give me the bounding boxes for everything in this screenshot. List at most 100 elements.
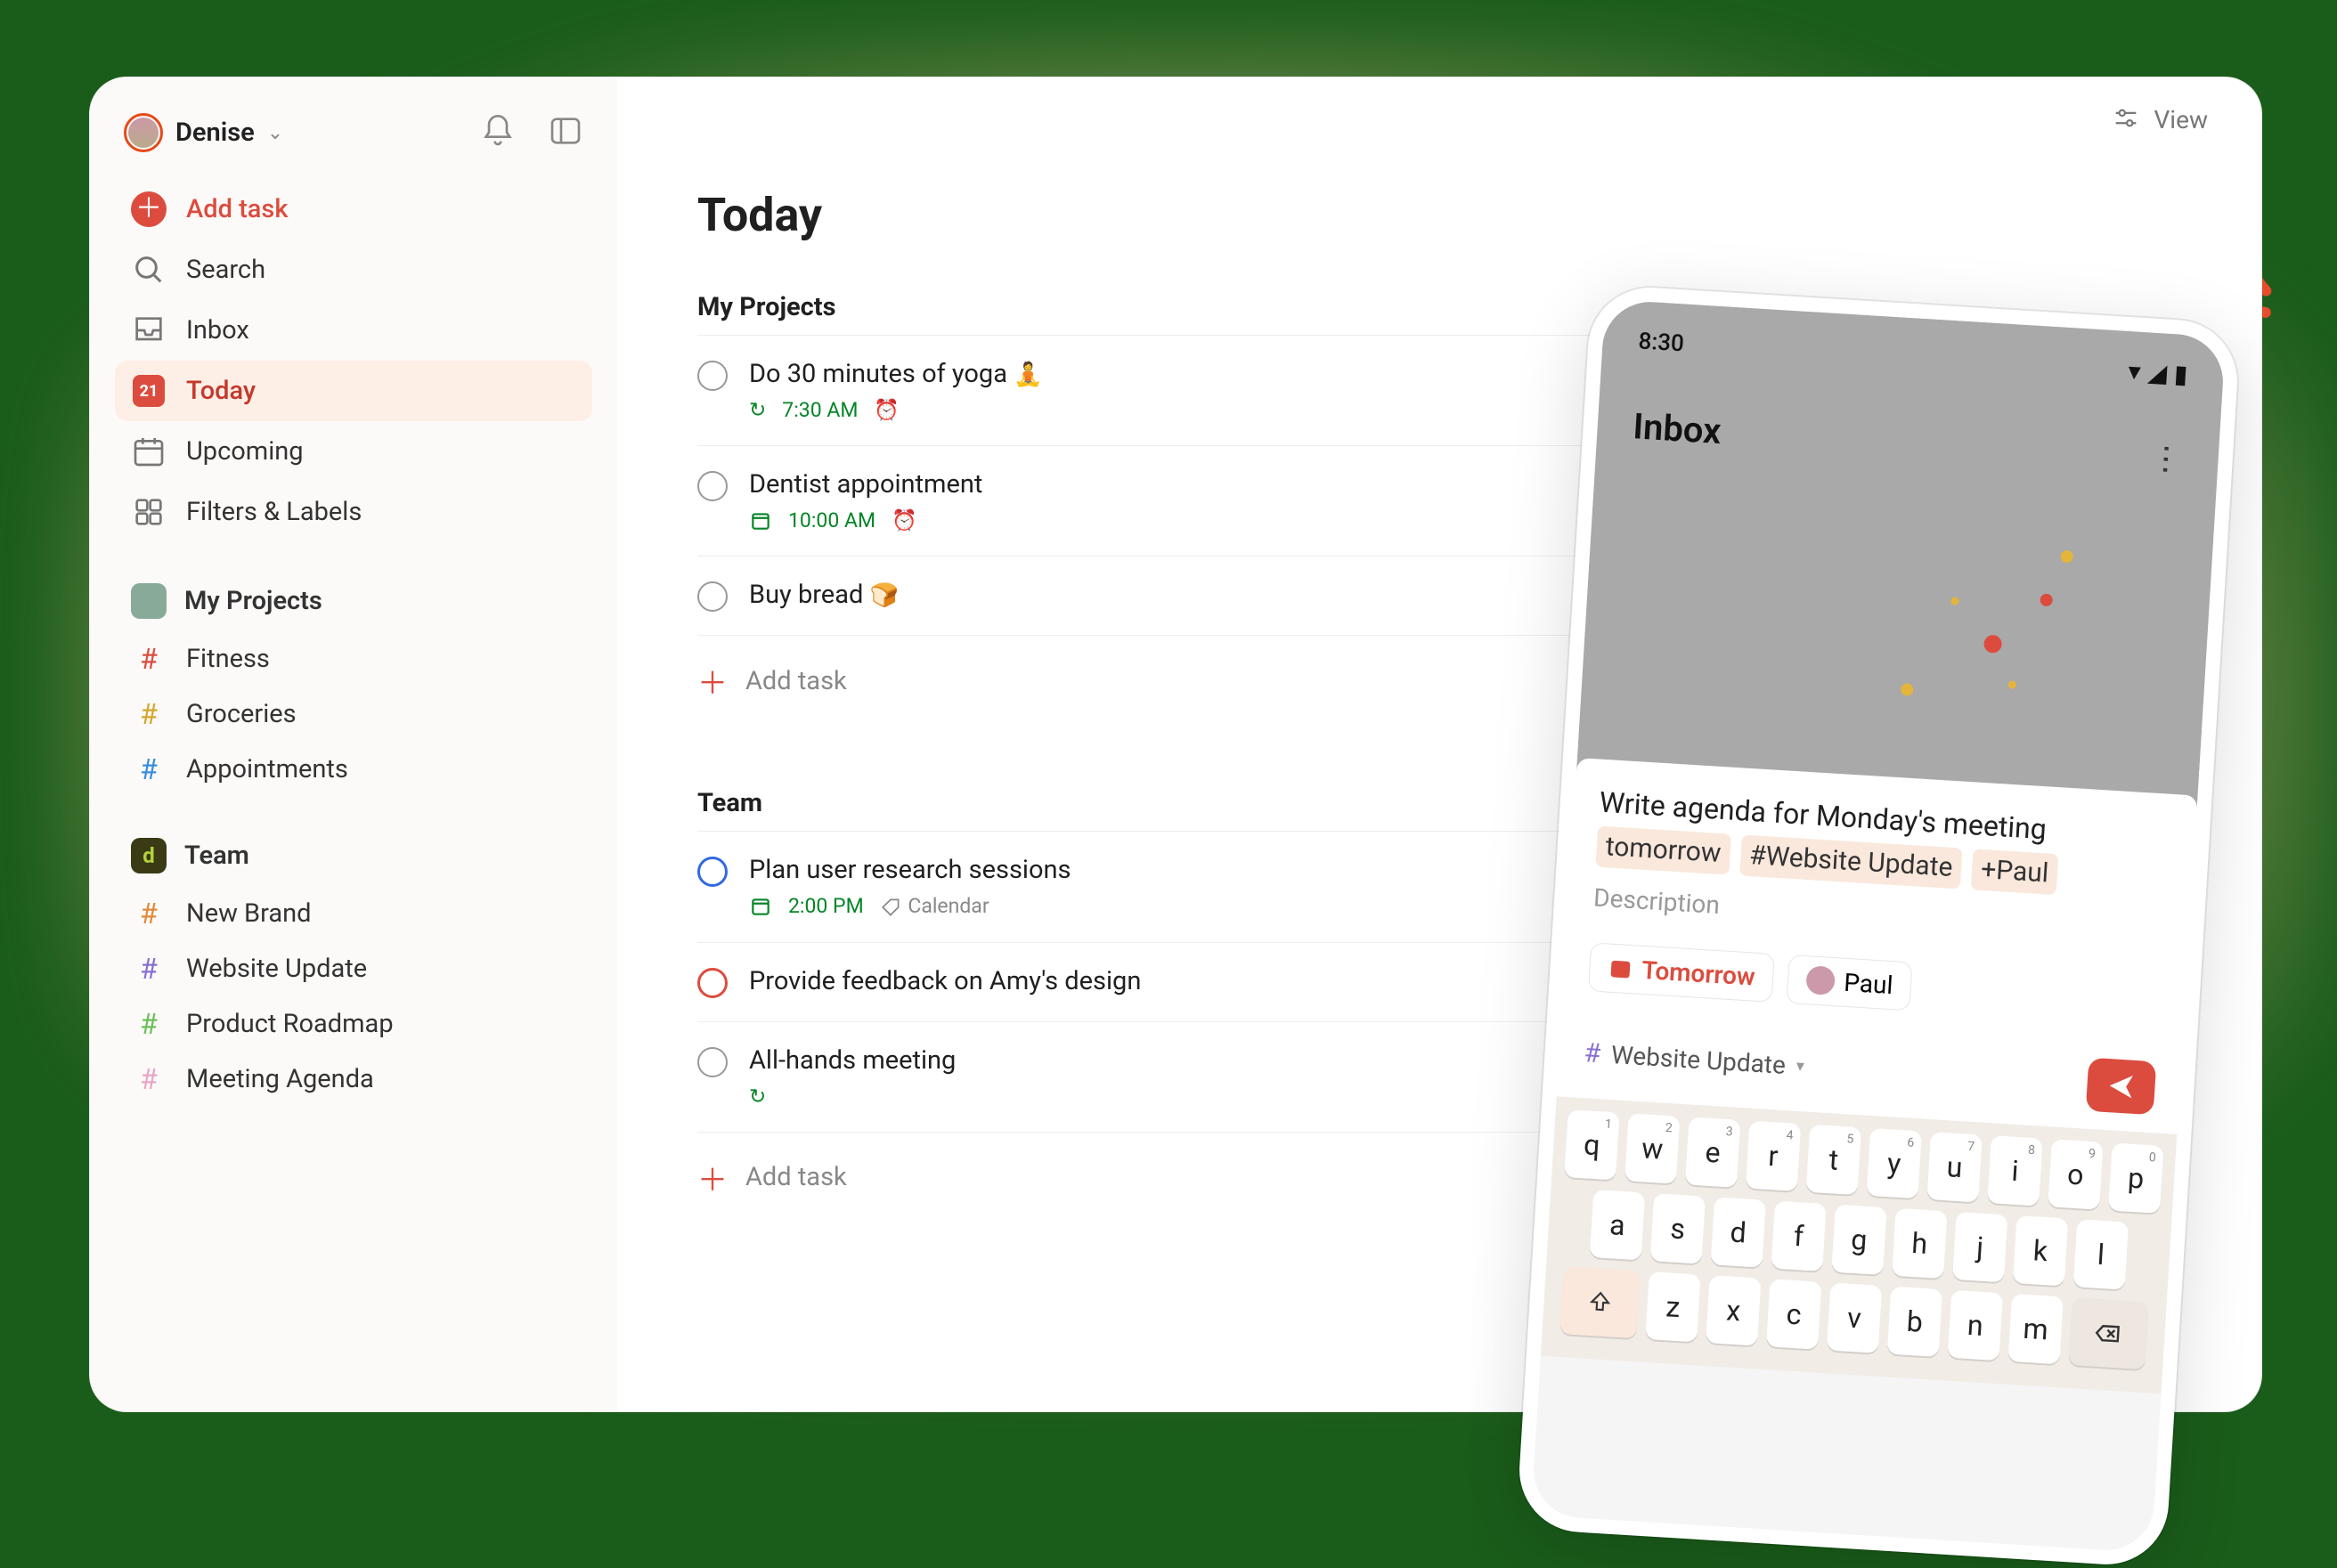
task-checkbox[interactable] bbox=[697, 857, 728, 887]
calendar-icon bbox=[131, 434, 167, 469]
wifi-icon: ▾ bbox=[2128, 356, 2142, 386]
key-b[interactable]: b bbox=[1887, 1286, 1943, 1356]
sidebar-project-fitness[interactable]: #Fitness bbox=[115, 631, 592, 687]
sidebar-project-new-brand[interactable]: #New Brand bbox=[115, 886, 592, 941]
key-w[interactable]: w2 bbox=[1624, 1113, 1681, 1183]
grid-icon bbox=[131, 494, 167, 530]
hash-icon: # bbox=[131, 697, 167, 731]
nav-today[interactable]: 21 Today bbox=[115, 361, 592, 421]
date-chip[interactable]: Tomorrow bbox=[1588, 942, 1775, 1003]
hash-icon: # bbox=[131, 642, 167, 676]
key-n[interactable]: n bbox=[1948, 1290, 2004, 1361]
profile-menu[interactable]: Denise ⌄ bbox=[124, 113, 283, 152]
key-p[interactable]: p0 bbox=[2108, 1142, 2164, 1213]
add-task-button[interactable]: ＋ Add task bbox=[115, 179, 592, 240]
chevron-down-icon: ▾ bbox=[1796, 1057, 1804, 1076]
assignee-chip[interactable]: Paul bbox=[1787, 955, 1913, 1011]
key-t[interactable]: t5 bbox=[1806, 1125, 1862, 1195]
token-assignee[interactable]: +Paul bbox=[1971, 849, 2059, 895]
task-checkbox[interactable] bbox=[697, 361, 728, 391]
keyboard: q1w2e3r4t5y6u7i8o9p0 asdfghjkl zxcvbnm bbox=[1541, 1096, 2178, 1393]
plus-icon: ＋ bbox=[697, 659, 728, 703]
alarm-icon: ⏰ bbox=[892, 508, 917, 532]
project-selector[interactable]: # Website Update ▾ bbox=[1584, 1037, 1805, 1082]
sidebar-project-appointments[interactable]: #Appointments bbox=[115, 742, 592, 797]
calendar-icon bbox=[1608, 955, 1634, 982]
sidebar-project-groceries[interactable]: #Groceries bbox=[115, 687, 592, 742]
key-v[interactable]: v bbox=[1827, 1282, 1883, 1353]
compose-input[interactable]: Write agenda for Monday's meeting tomorr… bbox=[1595, 783, 2171, 902]
key-z[interactable]: z bbox=[1645, 1271, 1701, 1342]
send-icon bbox=[2105, 1070, 2138, 1102]
signal-icon: ◢ bbox=[2147, 357, 2169, 387]
nav-search[interactable]: Search bbox=[115, 240, 592, 300]
sidebar-project-website-update[interactable]: #Website Update bbox=[115, 941, 592, 996]
status-icons: ▾ ◢ ▮ bbox=[2128, 356, 2189, 389]
key-u[interactable]: u7 bbox=[1926, 1132, 1983, 1202]
token-project[interactable]: #Website Update bbox=[1739, 834, 1963, 889]
profile-name: Denise bbox=[175, 118, 255, 148]
key-q[interactable]: q1 bbox=[1564, 1109, 1620, 1180]
avatar bbox=[124, 113, 163, 152]
hash-icon: # bbox=[131, 1062, 167, 1096]
task-checkbox[interactable] bbox=[697, 581, 728, 612]
phone-time: 8:30 bbox=[1638, 328, 1685, 357]
more-icon[interactable]: ⋯ bbox=[2147, 442, 2186, 475]
key-r[interactable]: r4 bbox=[1746, 1120, 1802, 1190]
sidebar-project-meeting-agenda[interactable]: #Meeting Agenda bbox=[115, 1052, 592, 1107]
key-g[interactable]: g bbox=[1831, 1204, 1887, 1274]
key-y[interactable]: y6 bbox=[1867, 1128, 1923, 1198]
task-checkbox[interactable] bbox=[697, 471, 728, 501]
task-time: 2:00 PM bbox=[788, 894, 864, 918]
task-checkbox[interactable] bbox=[697, 968, 728, 998]
hash-icon: # bbox=[131, 897, 167, 930]
key-j[interactable]: j bbox=[1952, 1212, 2008, 1282]
nav-inbox[interactable]: Inbox bbox=[115, 300, 592, 361]
task-tag: Calendar bbox=[880, 894, 989, 919]
key-shift[interactable] bbox=[1559, 1266, 1640, 1338]
confetti-illustration bbox=[1844, 502, 2125, 750]
team-header[interactable]: d Team bbox=[115, 825, 592, 886]
chevron-down-icon: ⌄ bbox=[267, 122, 283, 144]
key-o[interactable]: o9 bbox=[2048, 1139, 2104, 1209]
key-a[interactable]: a bbox=[1590, 1190, 1646, 1260]
task-checkbox[interactable] bbox=[697, 1047, 728, 1077]
phone-mockup: 8:30 ▾ ◢ ▮ Inbox ⋯ Write agenda for Mond… bbox=[1516, 284, 2241, 1568]
key-i[interactable]: i8 bbox=[1987, 1135, 2043, 1206]
nav-upcoming[interactable]: Upcoming bbox=[115, 421, 592, 482]
sidebar-toggle-icon[interactable] bbox=[548, 113, 583, 152]
my-projects-header[interactable]: My Projects bbox=[115, 571, 592, 631]
add-task-label: Add task bbox=[186, 194, 288, 224]
hash-icon: # bbox=[131, 952, 167, 986]
sidebar-project-product-roadmap[interactable]: #Product Roadmap bbox=[115, 996, 592, 1052]
view-button[interactable]: View bbox=[2111, 104, 2208, 134]
token-date[interactable]: tomorrow bbox=[1595, 825, 1730, 874]
recurring-icon: ↻ bbox=[749, 398, 766, 422]
key-h[interactable]: h bbox=[1892, 1208, 1948, 1279]
key-backspace[interactable] bbox=[2068, 1297, 2148, 1369]
project-avatar bbox=[131, 583, 167, 619]
bell-icon[interactable] bbox=[480, 113, 516, 152]
key-m[interactable]: m bbox=[2007, 1294, 2064, 1364]
nav-filters[interactable]: Filters & Labels bbox=[115, 482, 592, 542]
key-e[interactable]: e3 bbox=[1685, 1117, 1741, 1187]
send-button[interactable] bbox=[2086, 1058, 2157, 1116]
today-date-badge: 21 bbox=[133, 375, 165, 407]
key-x[interactable]: x bbox=[1706, 1275, 1762, 1345]
key-k[interactable]: k bbox=[2013, 1215, 2069, 1286]
avatar bbox=[1806, 966, 1836, 996]
battery-icon: ▮ bbox=[2173, 359, 2188, 389]
inbox-icon bbox=[131, 313, 167, 348]
calendar-icon bbox=[749, 895, 772, 918]
key-s[interactable]: s bbox=[1650, 1193, 1706, 1263]
hash-icon: # bbox=[131, 1007, 167, 1041]
page-title: Today bbox=[697, 188, 2181, 242]
key-d[interactable]: d bbox=[1710, 1197, 1766, 1267]
phone-inbox-title: Inbox bbox=[1632, 405, 1722, 452]
calendar-icon bbox=[749, 509, 772, 532]
key-f[interactable]: f bbox=[1771, 1200, 1827, 1271]
key-l[interactable]: l bbox=[2073, 1219, 2129, 1289]
plus-icon: ＋ bbox=[697, 1156, 728, 1199]
alarm-icon: ⏰ bbox=[874, 398, 900, 422]
team-avatar: d bbox=[131, 838, 167, 873]
